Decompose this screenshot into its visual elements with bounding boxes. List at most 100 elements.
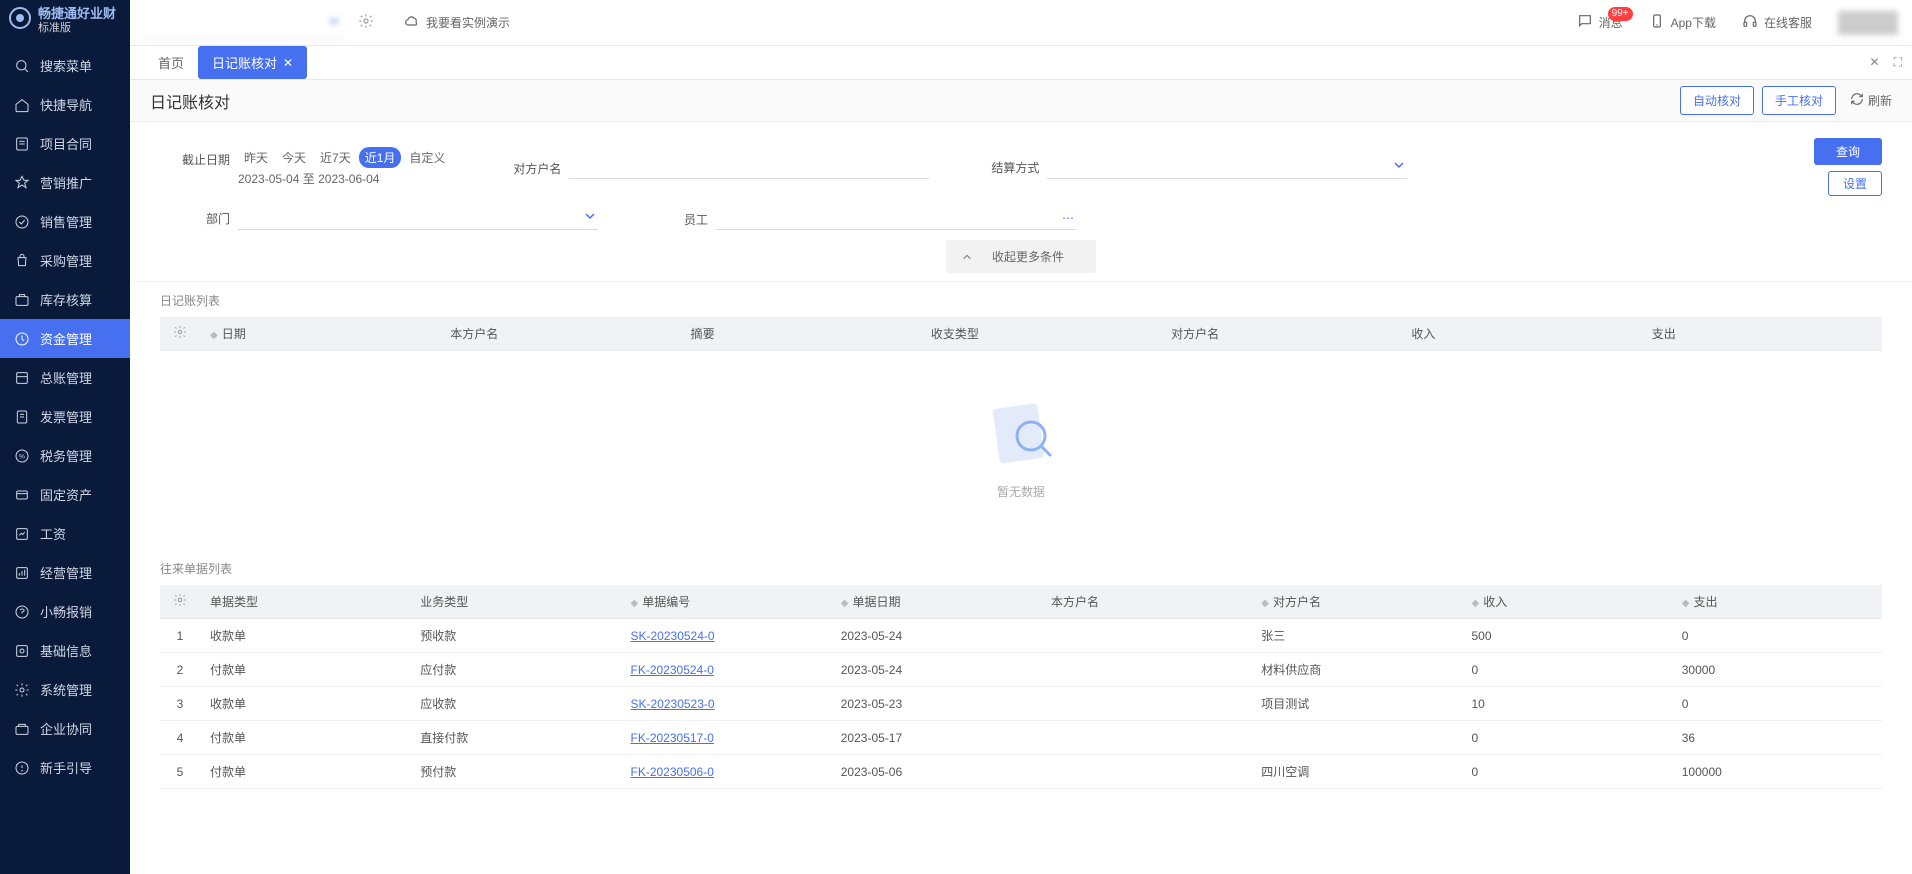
messages-badge: 99+ — [1608, 7, 1633, 21]
journal-column[interactable]: 对方户名 — [1161, 317, 1401, 351]
app-download[interactable]: App下载 — [1649, 13, 1716, 32]
sidebar-item-5[interactable]: 采购管理 — [0, 241, 130, 280]
arap-column[interactable]: 单据类型 — [200, 585, 410, 619]
sidebar-item-label: 库存核算 — [40, 290, 92, 309]
nav-icon — [14, 604, 30, 620]
sidebar-item-label: 发票管理 — [40, 407, 92, 426]
doc-link[interactable]: SK-20230524-0 — [631, 629, 715, 643]
gear-column[interactable] — [160, 585, 200, 619]
journal-column[interactable]: 收入 — [1401, 317, 1641, 351]
customer-service[interactable]: 在线客服 — [1742, 13, 1812, 32]
query-button[interactable]: 查询 — [1814, 138, 1882, 165]
nav-icon — [14, 487, 30, 503]
sidebar-item-label: 新手引导 — [40, 758, 92, 777]
journal-column[interactable]: 收支类型 — [921, 317, 1161, 351]
sidebar-item-6[interactable]: 库存核算 — [0, 280, 130, 319]
sidebar-item-8[interactable]: 总账管理 — [0, 358, 130, 397]
journal-column[interactable]: 支出 — [1642, 317, 1882, 351]
messages[interactable]: 消息 99+ — [1577, 13, 1623, 32]
date-option-3[interactable]: 近1月 — [359, 147, 402, 168]
department-label: 部门 — [160, 206, 230, 227]
journal-table: ◆日期本方户名摘要收支类型对方户名收入支出 — [160, 317, 1882, 351]
nav-icon — [14, 97, 30, 113]
settings-button[interactable]: 设置 — [1828, 171, 1882, 196]
date-tabs: 昨天今天近7天近1月自定义 — [238, 147, 451, 168]
sidebar-item-label: 企业协同 — [40, 719, 92, 738]
brand-subtitle: 标准版 — [38, 22, 116, 35]
manual-reconcile-button[interactable]: 手工核对 — [1762, 86, 1836, 115]
demo-link[interactable]: 我要看实例演示 — [404, 13, 510, 32]
sidebar-item-10[interactable]: %税务管理 — [0, 436, 130, 475]
date-option-2[interactable]: 近7天 — [314, 147, 357, 168]
date-option-1[interactable]: 今天 — [276, 147, 312, 168]
sidebar-item-7[interactable]: 资金管理 — [0, 319, 130, 358]
tab-close-icon[interactable]: ✕ — [283, 56, 293, 70]
nav-icon — [14, 760, 30, 776]
arap-column[interactable]: 本方户名 — [1041, 585, 1251, 619]
nav-icon — [14, 643, 30, 659]
journal-section-title: 日记账列表 — [160, 292, 1882, 309]
sidebar-item-label: 营销推广 — [40, 173, 92, 192]
sidebar-item-12[interactable]: 工资 — [0, 514, 130, 553]
org-selector[interactable] — [144, 7, 344, 39]
arap-column[interactable]: ◆对方户名 — [1251, 585, 1461, 619]
journal-section: 日记账列表 ◆日期本方户名摘要收支类型对方户名收入支出 暂无数据 — [130, 282, 1912, 550]
tab-0[interactable]: 首页 — [144, 46, 198, 79]
nav-icon — [14, 253, 30, 269]
sidebar-item-9[interactable]: 发票管理 — [0, 397, 130, 436]
close-icon[interactable]: ✕ — [1866, 51, 1884, 74]
auto-reconcile-button[interactable]: 自动核对 — [1680, 86, 1754, 115]
sidebar-item-15[interactable]: 基础信息 — [0, 631, 130, 670]
svg-text:%: % — [19, 453, 25, 460]
sidebar: 畅捷通好业财 标准版 搜索菜单快捷导航项目合同营销推广销售管理采购管理库存核算资… — [0, 0, 130, 874]
arap-column[interactable]: 业务类型 — [410, 585, 620, 619]
doc-link[interactable]: FK-20230506-0 — [631, 765, 714, 779]
arap-column[interactable]: ◆收入 — [1462, 585, 1672, 619]
sidebar-item-17[interactable]: 企业协同 — [0, 709, 130, 748]
sidebar-item-0[interactable]: 搜索菜单 — [0, 46, 130, 85]
topbar: 我要看实例演示 消息 99+ App下载 在线客服 — [130, 0, 1912, 46]
table-row: 1收款单预收款SK-20230524-02023-05-24张三5000 — [160, 619, 1882, 653]
avatar[interactable] — [1838, 11, 1898, 35]
tab-1[interactable]: 日记账核对✕ — [198, 46, 307, 79]
gear-icon[interactable] — [358, 13, 374, 32]
counterparty-input[interactable] — [569, 156, 929, 179]
gear-column[interactable] — [160, 317, 200, 351]
nav-icon — [14, 331, 30, 347]
doc-link[interactable]: FK-20230524-0 — [631, 663, 714, 677]
date-option-0[interactable]: 昨天 — [238, 147, 274, 168]
sidebar-item-13[interactable]: 经营管理 — [0, 553, 130, 592]
journal-column[interactable]: ◆日期 — [200, 317, 440, 351]
arap-section-title: 往来单据列表 — [160, 560, 1882, 577]
journal-column[interactable]: 本方户名 — [440, 317, 680, 351]
sidebar-item-16[interactable]: 系统管理 — [0, 670, 130, 709]
sidebar-item-14[interactable]: 小畅报销 — [0, 592, 130, 631]
expand-icon[interactable]: ⛶ — [1890, 51, 1906, 74]
chevron-down-icon — [1393, 159, 1405, 174]
employee-label: 员工 — [638, 207, 708, 228]
arap-column[interactable]: ◆支出 — [1672, 585, 1882, 619]
doc-link[interactable]: FK-20230517-0 — [631, 731, 714, 745]
sidebar-item-1[interactable]: 快捷导航 — [0, 85, 130, 124]
doc-link[interactable]: SK-20230523-0 — [631, 697, 715, 711]
arap-column[interactable]: ◆单据日期 — [831, 585, 1041, 619]
settlement-select[interactable] — [1047, 155, 1407, 179]
sidebar-item-4[interactable]: 销售管理 — [0, 202, 130, 241]
message-icon — [1577, 13, 1593, 32]
arap-column[interactable]: ◆单据编号 — [621, 585, 831, 619]
department-select[interactable] — [238, 206, 598, 230]
sidebar-item-2[interactable]: 项目合同 — [0, 124, 130, 163]
sidebar-item-3[interactable]: 营销推广 — [0, 163, 130, 202]
sidebar-item-11[interactable]: 固定资产 — [0, 475, 130, 514]
refresh-button[interactable]: 刷新 — [1850, 92, 1892, 109]
employee-select[interactable]: ⋯ — [716, 207, 1076, 230]
page-header: 日记账核对 自动核对 手工核对 刷新 — [130, 80, 1912, 122]
journal-column[interactable]: 摘要 — [681, 317, 921, 351]
sidebar-item-label: 经营管理 — [40, 563, 92, 582]
collapse-more-button[interactable]: 收起更多条件 — [946, 240, 1096, 273]
sidebar-item-label: 总账管理 — [40, 368, 92, 387]
date-option-4[interactable]: 自定义 — [403, 147, 451, 168]
sidebar-item-18[interactable]: 新手引导 — [0, 748, 130, 787]
sidebar-item-label: 固定资产 — [40, 485, 92, 504]
cloud-icon — [404, 13, 420, 32]
